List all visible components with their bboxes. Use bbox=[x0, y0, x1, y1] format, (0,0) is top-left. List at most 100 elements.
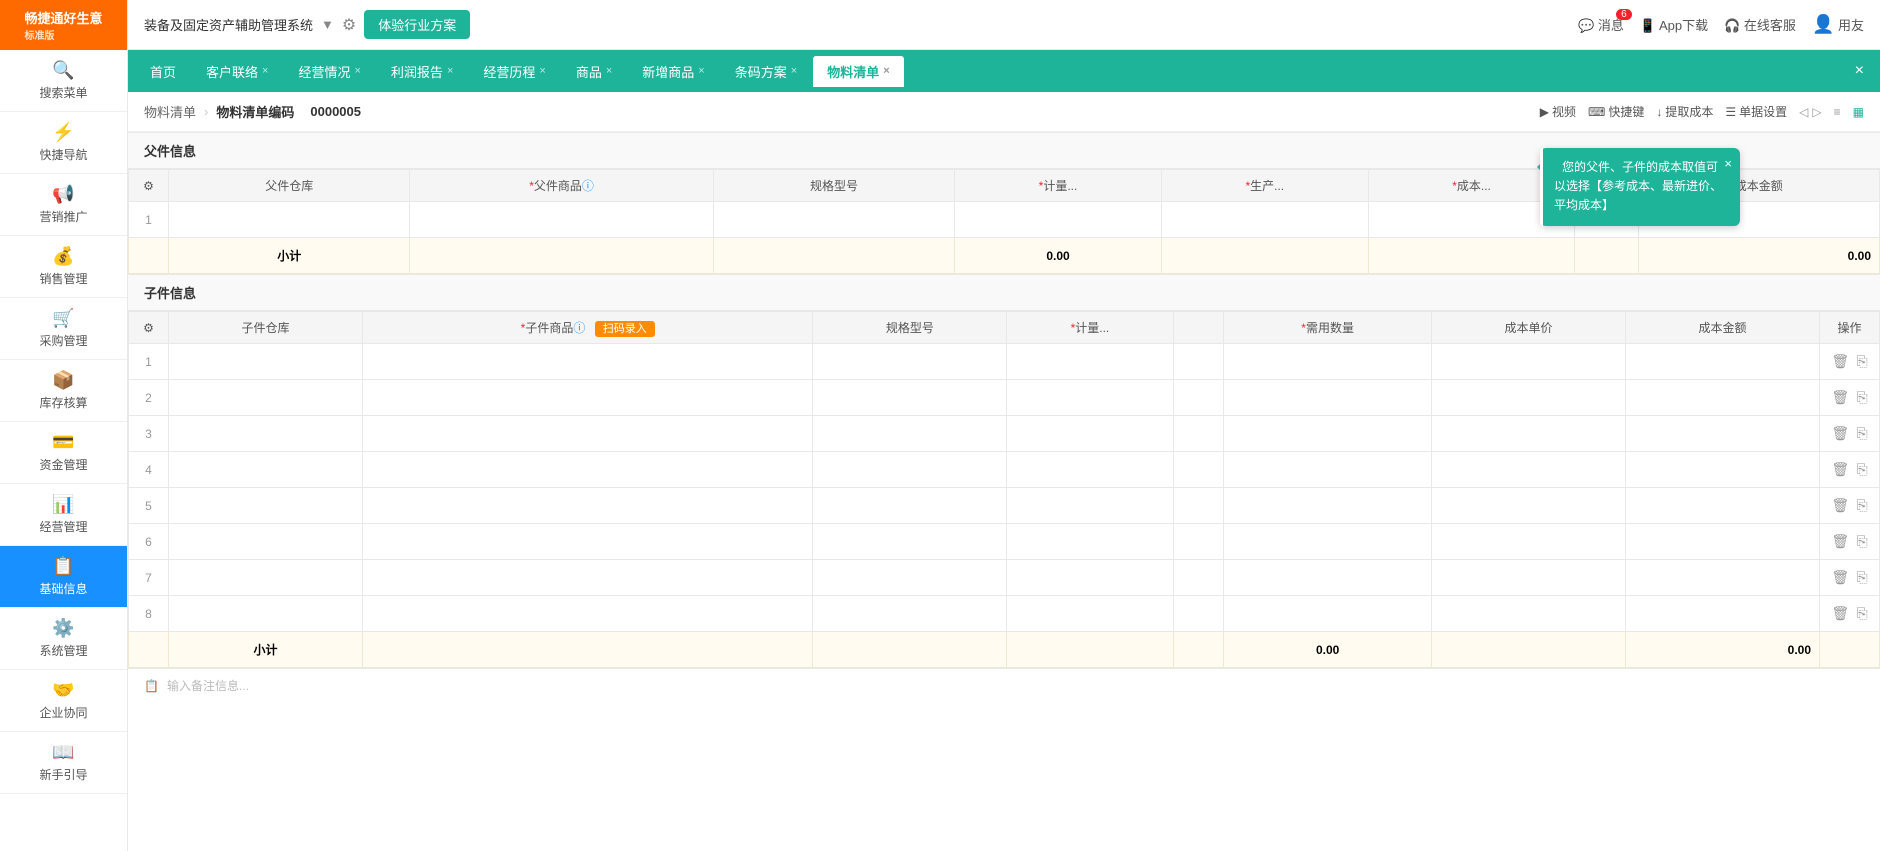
child-row-7-goods[interactable] bbox=[362, 560, 813, 596]
list-view-btn[interactable]: ≡ bbox=[1834, 105, 1841, 119]
child-row-5-copy-btn[interactable]: ⎘ bbox=[1856, 497, 1867, 513]
child-row-4-copy-btn[interactable]: ⎘ bbox=[1856, 461, 1867, 477]
child-row-2-unit-cost[interactable] bbox=[1432, 380, 1626, 416]
sidebar-item-purchase[interactable]: 🛒 采购管理 bbox=[0, 298, 127, 360]
child-row-2-delete-btn[interactable]: 🗑 bbox=[1831, 389, 1849, 405]
parent-row-1-goods[interactable] bbox=[410, 202, 713, 238]
child-row-5-unit-cost[interactable] bbox=[1432, 488, 1626, 524]
child-row-7-warehouse[interactable] bbox=[169, 560, 363, 596]
child-row-3-warehouse[interactable] bbox=[169, 416, 363, 452]
nav-tab-bom[interactable]: 物料清单 × bbox=[813, 56, 903, 87]
sidebar-item-finance[interactable]: 💳 资金管理 bbox=[0, 422, 127, 484]
child-row-4-unit-cost[interactable] bbox=[1432, 452, 1626, 488]
child-row-3-goods[interactable] bbox=[362, 416, 813, 452]
child-row-8-warehouse[interactable] bbox=[169, 596, 363, 632]
nav-tab-history[interactable]: 经营历程 × bbox=[469, 56, 559, 87]
online-service-btn[interactable]: 🎧 在线客服 bbox=[1724, 15, 1796, 34]
child-row-1-unit-cost[interactable] bbox=[1432, 344, 1626, 380]
nav-tab-operations[interactable]: 经营情况 × bbox=[284, 56, 374, 87]
nav-tab-close-history[interactable]: × bbox=[539, 65, 545, 77]
child-row-4-qty[interactable] bbox=[1224, 452, 1432, 488]
sidebar-item-system[interactable]: ⚙️ 系统管理 bbox=[0, 608, 127, 670]
settings-icon[interactable]: ⚙ bbox=[342, 15, 356, 35]
child-row-3-unit[interactable] bbox=[1007, 416, 1173, 452]
shortcut-btn[interactable]: ⌨ 快捷键 bbox=[1588, 103, 1644, 120]
child-row-5-warehouse[interactable] bbox=[169, 488, 363, 524]
user-avatar[interactable]: 👤 用友 bbox=[1812, 14, 1864, 35]
sidebar-item-inventory[interactable]: 📦 库存核算 bbox=[0, 360, 127, 422]
sidebar-item-marketing[interactable]: 📢 营销推广 bbox=[0, 174, 127, 236]
sidebar-item-basic-info[interactable]: 📋 基础信息 bbox=[0, 546, 127, 608]
child-row-7-delete-btn[interactable]: 🗑 bbox=[1831, 569, 1849, 585]
sidebar-item-enterprise[interactable]: 🤝 企业协同 bbox=[0, 670, 127, 732]
child-row-6-delete-btn[interactable]: 🗑 bbox=[1831, 533, 1849, 549]
nav-tab-close-customers[interactable]: × bbox=[262, 65, 268, 77]
nav-tab-close-operations[interactable]: × bbox=[354, 65, 360, 77]
child-row-1-copy-btn[interactable]: ⎘ bbox=[1856, 353, 1867, 369]
sidebar-item-search[interactable]: 🔍 搜索菜单 bbox=[0, 50, 127, 112]
child-row-5-qty[interactable] bbox=[1224, 488, 1432, 524]
sidebar-item-guide[interactable]: 📖 新手引导 bbox=[0, 732, 127, 794]
nav-tab-close-new-goods[interactable]: × bbox=[698, 65, 704, 77]
child-row-5-goods[interactable] bbox=[362, 488, 813, 524]
child-row-2-unit[interactable] bbox=[1007, 380, 1173, 416]
child-row-3-delete-btn[interactable]: 🗑 bbox=[1831, 425, 1849, 441]
nav-tab-new-goods[interactable]: 新增商品 × bbox=[628, 56, 718, 87]
child-row-7-copy-btn[interactable]: ⎘ bbox=[1856, 569, 1867, 585]
child-row-2-qty[interactable] bbox=[1224, 380, 1432, 416]
child-row-1-delete-btn[interactable]: 🗑 bbox=[1831, 353, 1849, 369]
child-row-2-warehouse[interactable] bbox=[169, 380, 363, 416]
sidebar-item-quick-nav[interactable]: ⚡ 快捷导航 bbox=[0, 112, 127, 174]
grid-view-btn[interactable]: ▦ bbox=[1853, 105, 1864, 119]
parent-row-1-warehouse[interactable] bbox=[169, 202, 410, 238]
child-row-8-delete-btn[interactable]: 🗑 bbox=[1831, 605, 1849, 621]
scan-input-btn[interactable]: 扫码录入 bbox=[595, 321, 655, 337]
parent-col-settings[interactable]: ⚙ bbox=[129, 170, 169, 202]
child-row-8-unit-cost[interactable] bbox=[1432, 596, 1626, 632]
child-col-settings[interactable]: ⚙ bbox=[129, 312, 169, 344]
child-row-1-goods[interactable] bbox=[362, 344, 813, 380]
parent-row-1-produce[interactable] bbox=[1161, 202, 1368, 238]
child-row-7-unit[interactable] bbox=[1007, 560, 1173, 596]
child-row-8-goods[interactable] bbox=[362, 596, 813, 632]
breadcrumb-parent[interactable]: 物料清单 bbox=[144, 102, 196, 121]
nav-tab-home[interactable]: 首页 bbox=[136, 56, 190, 87]
child-row-4-delete-btn[interactable]: 🗑 bbox=[1831, 461, 1849, 477]
child-row-6-unit[interactable] bbox=[1007, 524, 1173, 560]
child-row-2-copy-btn[interactable]: ⎘ bbox=[1856, 389, 1867, 405]
child-row-3-spec[interactable] bbox=[813, 416, 1007, 452]
nav-tab-close-barcode[interactable]: × bbox=[791, 65, 797, 77]
child-row-7-spec[interactable] bbox=[813, 560, 1007, 596]
child-row-4-unit[interactable] bbox=[1007, 452, 1173, 488]
child-row-4-spec[interactable] bbox=[813, 452, 1007, 488]
child-row-6-warehouse[interactable] bbox=[169, 524, 363, 560]
child-row-6-spec[interactable] bbox=[813, 524, 1007, 560]
nav-tab-profit[interactable]: 利润报告 × bbox=[377, 56, 467, 87]
sidebar-item-sales[interactable]: 💰 销售管理 bbox=[0, 236, 127, 298]
next-btn[interactable]: ▷ bbox=[1812, 105, 1821, 119]
child-row-5-spec[interactable] bbox=[813, 488, 1007, 524]
trial-button[interactable]: 体验行业方案 bbox=[364, 10, 470, 39]
child-row-8-qty[interactable] bbox=[1224, 596, 1432, 632]
nav-tab-close-profit[interactable]: × bbox=[447, 65, 453, 77]
child-row-7-qty[interactable] bbox=[1224, 560, 1432, 596]
child-row-5-delete-btn[interactable]: 🗑 bbox=[1831, 497, 1849, 513]
child-row-1-spec[interactable] bbox=[813, 344, 1007, 380]
child-row-3-qty[interactable] bbox=[1224, 416, 1432, 452]
child-row-3-copy-btn[interactable]: ⎘ bbox=[1856, 425, 1867, 441]
prev-btn[interactable]: ◁ bbox=[1799, 105, 1808, 119]
single-settings-btn[interactable]: ☰ 单据设置 bbox=[1725, 103, 1787, 120]
nav-tab-close-goods[interactable]: × bbox=[606, 65, 612, 77]
tooltip-close-btn[interactable]: × bbox=[1724, 154, 1732, 175]
child-row-2-spec[interactable] bbox=[813, 380, 1007, 416]
parent-row-1-unit[interactable] bbox=[955, 202, 1162, 238]
view-btn[interactable]: ▶ 视频 bbox=[1540, 103, 1576, 120]
child-row-7-unit-cost[interactable] bbox=[1432, 560, 1626, 596]
child-row-4-goods[interactable] bbox=[362, 452, 813, 488]
child-row-1-warehouse[interactable] bbox=[169, 344, 363, 380]
sidebar-item-operations-mgr[interactable]: 📊 经营管理 bbox=[0, 484, 127, 546]
system-dropdown-icon[interactable]: ▼ bbox=[321, 17, 334, 32]
child-row-5-unit[interactable] bbox=[1007, 488, 1173, 524]
child-row-1-unit[interactable] bbox=[1007, 344, 1173, 380]
nav-tab-barcode[interactable]: 条码方案 × bbox=[721, 56, 811, 87]
